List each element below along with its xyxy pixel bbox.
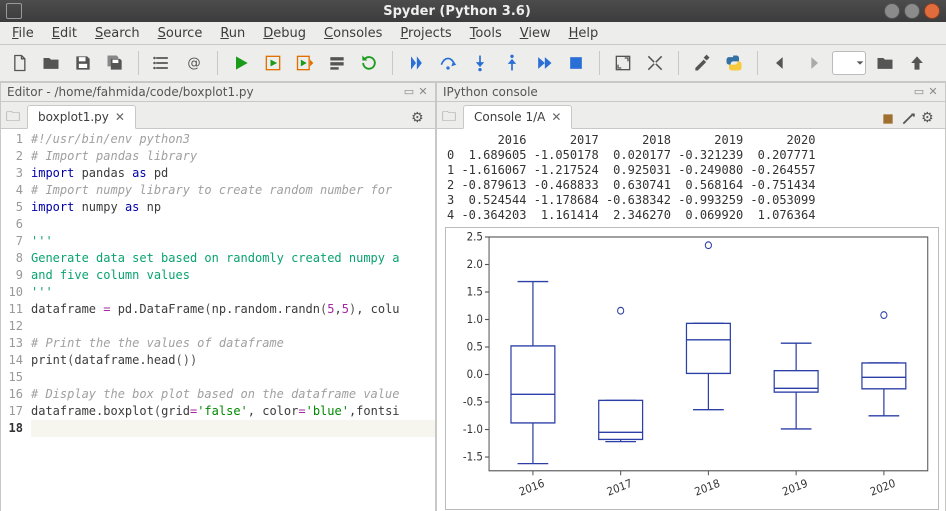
browse-dir-button[interactable]: [872, 50, 898, 76]
editor-options-icon[interactable]: ⚙: [411, 110, 427, 126]
outline-button[interactable]: [149, 50, 175, 76]
svg-text:2018: 2018: [693, 476, 722, 499]
window-maximize-button[interactable]: [904, 3, 920, 19]
menu-view[interactable]: View: [512, 24, 559, 43]
debug-button[interactable]: [403, 50, 429, 76]
pane-undock-icon[interactable]: ▭: [913, 86, 925, 98]
ipython-pane: IPython console ▭ ✕ 🗀 Console 1/A ✕ ⚙ 20…: [436, 82, 946, 511]
window-minimize-button[interactable]: [884, 3, 900, 19]
svg-text:-0.5: -0.5: [463, 395, 483, 409]
run-cell-button[interactable]: [260, 50, 286, 76]
step-over-button[interactable]: [435, 50, 461, 76]
code-editor[interactable]: 123456789101112131415161718 #!/usr/bin/e…: [1, 129, 435, 511]
svg-text:2019: 2019: [781, 476, 810, 499]
maximize-pane-button[interactable]: [610, 50, 636, 76]
back-button[interactable]: [768, 50, 794, 76]
run-selection-button[interactable]: [324, 50, 350, 76]
svg-text:2.0: 2.0: [467, 257, 483, 271]
tab-browse-icon[interactable]: 🗀: [441, 110, 457, 126]
code-cell-button[interactable]: @: [181, 50, 207, 76]
working-dir-combo[interactable]: [832, 51, 866, 75]
svg-text:1.0: 1.0: [467, 312, 483, 326]
svg-text:-1.5: -1.5: [463, 450, 483, 464]
svg-text:2020: 2020: [868, 476, 897, 499]
plot-output: -1.5 -1.0 -0.5 0.0 0.5 1.0 1.5 2.0 2.5 2016 2017 20…: [437, 223, 945, 511]
close-icon[interactable]: ✕: [115, 110, 125, 124]
editor-tabbar: 🗀 boxplot1.py ✕ ⚙: [1, 102, 435, 129]
svg-text:1.5: 1.5: [467, 285, 483, 299]
preferences-button[interactable]: [689, 50, 715, 76]
window-title: Spyder (Python 3.6): [30, 4, 884, 19]
step-into-button[interactable]: [467, 50, 493, 76]
forward-button[interactable]: [800, 50, 826, 76]
ipython-tabbar: 🗀 Console 1/A ✕ ⚙: [437, 102, 945, 129]
run-button[interactable]: [228, 50, 254, 76]
svg-text:2017: 2017: [605, 476, 634, 499]
ipython-title-text: IPython console: [443, 85, 538, 99]
run-cell-advance-button[interactable]: [292, 50, 318, 76]
menu-file[interactable]: File: [4, 24, 42, 43]
menu-run[interactable]: Run: [212, 24, 253, 43]
console-output: 2016 2017 2018 2019 2020 0 1.689605 -1.0…: [437, 129, 945, 223]
svg-text:2.5: 2.5: [467, 230, 483, 244]
stop-debug-button[interactable]: [563, 50, 589, 76]
ipython-options-icon[interactable]: ⚙: [921, 110, 937, 126]
continue-button[interactable]: [531, 50, 557, 76]
window-titlebar: Spyder (Python 3.6): [0, 0, 946, 22]
stop-kernel-icon[interactable]: [881, 112, 895, 126]
window-close-button[interactable]: [924, 3, 940, 19]
editor-tab[interactable]: boxplot1.py ✕: [27, 105, 136, 129]
editor-tab-label: boxplot1.py: [38, 110, 109, 124]
new-file-button[interactable]: [6, 50, 32, 76]
svg-text:2016: 2016: [517, 476, 546, 499]
svg-text:0.0: 0.0: [467, 367, 483, 381]
menu-consoles[interactable]: Consoles: [316, 24, 390, 43]
menu-tools[interactable]: Tools: [462, 24, 510, 43]
pane-close-icon[interactable]: ✕: [417, 86, 429, 98]
parent-dir-button[interactable]: [904, 50, 930, 76]
menu-source[interactable]: Source: [150, 24, 211, 43]
python-path-button[interactable]: [721, 50, 747, 76]
rerun-button[interactable]: [356, 50, 382, 76]
svg-text:0.5: 0.5: [467, 340, 483, 354]
ipython-tab-label: Console 1/A: [474, 110, 545, 124]
restart-kernel-icon[interactable]: [901, 112, 915, 126]
pane-undock-icon[interactable]: ▭: [403, 86, 415, 98]
menu-search[interactable]: Search: [87, 24, 148, 43]
boxplot-chart: -1.5 -1.0 -0.5 0.0 0.5 1.0 1.5 2.0 2.5 2016 2017 20…: [445, 227, 939, 510]
editor-pane: Editor - /home/fahmida/code/boxplot1.py …: [0, 82, 436, 511]
svg-text:-1.0: -1.0: [463, 422, 483, 436]
menu-projects[interactable]: Projects: [392, 24, 459, 43]
app-icon: [6, 3, 22, 19]
tab-browse-icon[interactable]: 🗀: [5, 110, 21, 126]
fullscreen-button[interactable]: [642, 50, 668, 76]
menu-debug[interactable]: Debug: [255, 24, 314, 43]
save-button[interactable]: [70, 50, 96, 76]
menu-help[interactable]: Help: [561, 24, 607, 43]
svg-text:@: @: [187, 56, 200, 71]
open-file-button[interactable]: [38, 50, 64, 76]
toolbar: @: [0, 45, 946, 82]
menubar: FileEditSearchSourceRunDebugConsolesProj…: [0, 22, 946, 45]
close-icon[interactable]: ✕: [551, 110, 561, 124]
ipython-title: IPython console ▭ ✕: [437, 83, 945, 102]
ipython-tab[interactable]: Console 1/A ✕: [463, 105, 572, 129]
save-all-button[interactable]: [102, 50, 128, 76]
editor-title-text: Editor - /home/fahmida/code/boxplot1.py: [7, 85, 254, 99]
menu-edit[interactable]: Edit: [44, 24, 85, 43]
ipython-console[interactable]: 2016 2017 2018 2019 2020 0 1.689605 -1.0…: [437, 129, 945, 511]
step-out-button[interactable]: [499, 50, 525, 76]
pane-close-icon[interactable]: ✕: [927, 86, 939, 98]
editor-title: Editor - /home/fahmida/code/boxplot1.py …: [1, 83, 435, 102]
